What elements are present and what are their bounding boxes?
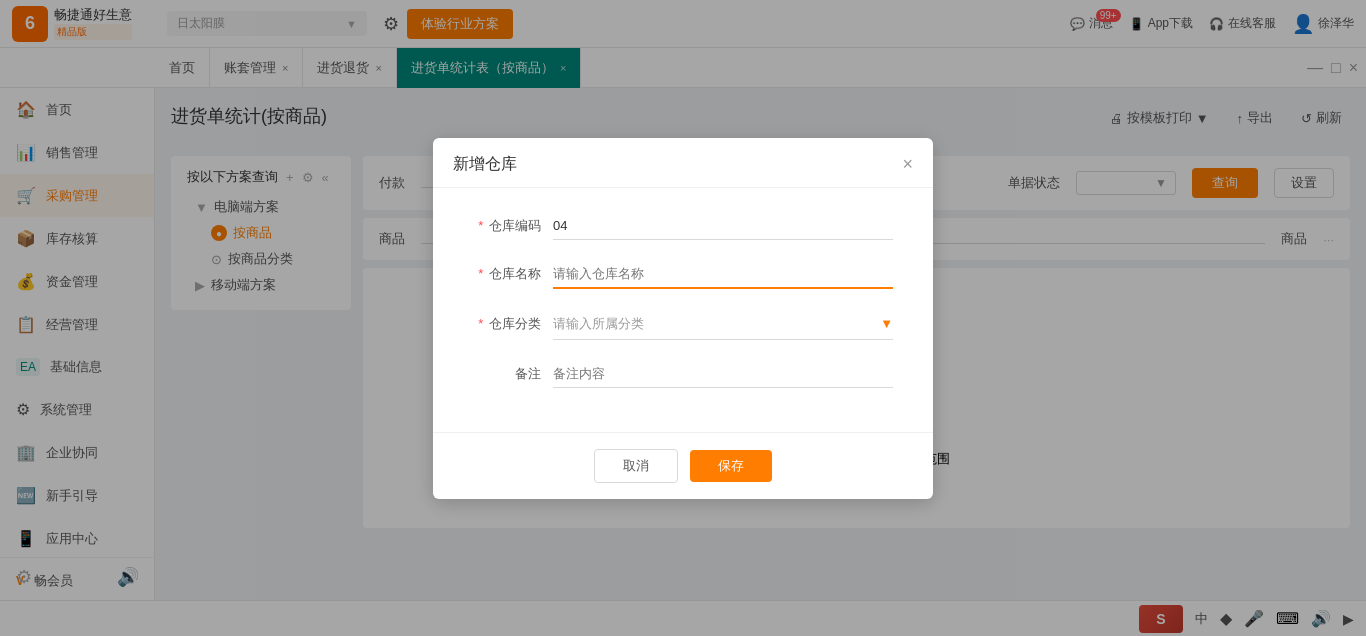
category-required: * bbox=[478, 316, 483, 331]
modal-new-warehouse: 新增仓库 × * 仓库编码 * 仓库名称 bbox=[433, 138, 933, 499]
category-label: * 仓库分类 bbox=[473, 315, 553, 333]
code-required: * bbox=[478, 218, 483, 233]
category-label-text: 仓库分类 bbox=[489, 316, 541, 331]
modal-close-button[interactable]: × bbox=[902, 155, 913, 173]
form-row-category: * 仓库分类 请输入所属分类 ▼ bbox=[473, 309, 893, 340]
category-select[interactable]: 请输入所属分类 ▼ bbox=[553, 309, 893, 340]
name-required: * bbox=[478, 266, 483, 281]
category-placeholder: 请输入所属分类 bbox=[553, 315, 644, 333]
form-row-name: * 仓库名称 bbox=[473, 260, 893, 289]
modal-title: 新增仓库 bbox=[453, 154, 517, 175]
save-button[interactable]: 保存 bbox=[690, 450, 772, 482]
code-label: * 仓库编码 bbox=[473, 217, 553, 235]
modal-header: 新增仓库 × bbox=[433, 138, 933, 188]
cancel-button[interactable]: 取消 bbox=[594, 449, 678, 483]
form-row-code: * 仓库编码 bbox=[473, 212, 893, 240]
name-label-text: 仓库名称 bbox=[489, 266, 541, 281]
name-label: * 仓库名称 bbox=[473, 265, 553, 283]
modal-body: * 仓库编码 * 仓库名称 * 仓库分类 请输入所属 bbox=[433, 188, 933, 432]
modal-footer: 取消 保存 bbox=[433, 432, 933, 499]
code-label-text: 仓库编码 bbox=[489, 218, 541, 233]
note-input[interactable] bbox=[553, 360, 893, 388]
note-label: 备注 bbox=[473, 365, 553, 383]
note-label-text: 备注 bbox=[515, 366, 541, 381]
modal-overlay[interactable]: 新增仓库 × * 仓库编码 * 仓库名称 bbox=[0, 0, 1366, 636]
name-input[interactable] bbox=[553, 260, 893, 289]
category-dropdown-icon: ▼ bbox=[880, 316, 893, 331]
form-row-note: 备注 bbox=[473, 360, 893, 388]
code-input[interactable] bbox=[553, 212, 893, 240]
